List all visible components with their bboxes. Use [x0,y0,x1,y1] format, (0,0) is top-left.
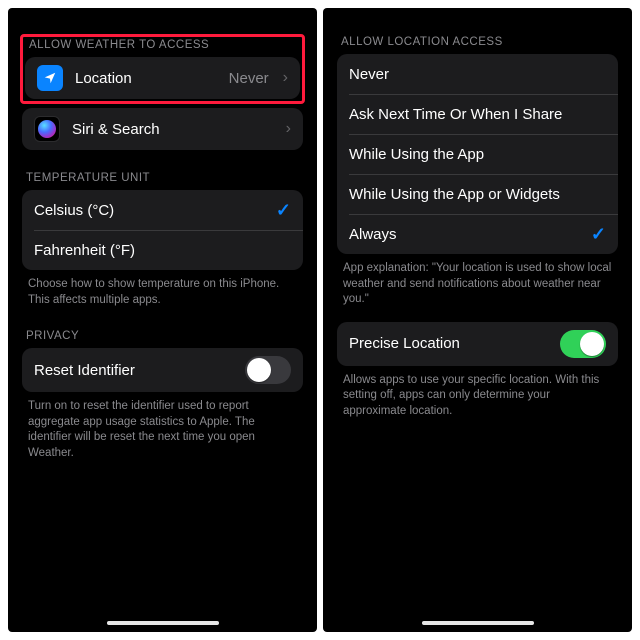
section-header-temperature: TEMPERATURE UNIT [22,172,303,190]
siri-icon [34,116,60,142]
checkmark-icon: ✓ [591,224,606,245]
option-while-using[interactable]: While Using the App [337,134,618,174]
option-never[interactable]: Never [337,54,618,94]
temp-option-fahrenheit[interactable]: Fahrenheit (°F) [22,230,303,270]
section-header-privacy: PRIVACY [22,330,303,348]
temp-option-celsius[interactable]: Celsius (°C) ✓ [22,190,303,230]
option-ask-next-time[interactable]: Ask Next Time Or When I Share [337,94,618,134]
section-header-access: ALLOW WEATHER TO ACCESS [25,39,300,57]
location-icon [37,65,63,91]
siri-label: Siri & Search [72,121,272,138]
highlight-location-row: ALLOW WEATHER TO ACCESS Location Never › [20,34,305,104]
siri-search-row[interactable]: Siri & Search › [22,108,303,150]
temperature-footer: Choose how to show temperature on this i… [22,270,303,308]
reset-identifier-row[interactable]: Reset Identifier [22,348,303,392]
location-access-group: Never Ask Next Time Or When I Share Whil… [337,54,618,254]
settings-weather-screen: ALLOW WEATHER TO ACCESS Location Never › [8,8,317,632]
location-detail: Never [229,70,269,87]
location-label: Location [75,70,217,87]
precise-location-row[interactable]: Precise Location [337,322,618,366]
location-row[interactable]: Location Never › [25,57,300,99]
location-access-screen: ALLOW LOCATION ACCESS Never Ask Next Tim… [323,8,632,632]
chevron-right-icon: › [286,120,291,138]
chevron-right-icon: › [283,69,288,87]
option-always[interactable]: Always ✓ [337,214,618,254]
section-header-location-access: ALLOW LOCATION ACCESS [337,36,618,54]
app-explanation: App explanation: "Your location is used … [337,254,618,308]
temperature-unit-group: Celsius (°C) ✓ Fahrenheit (°F) [22,190,303,270]
checkmark-icon: ✓ [276,200,291,221]
precise-location-footer: Allows apps to use your specific locatio… [337,366,618,420]
reset-identifier-toggle[interactable] [245,356,291,384]
home-indicator[interactable] [107,621,219,625]
home-indicator[interactable] [422,621,534,625]
option-while-using-widgets[interactable]: While Using the App or Widgets [337,174,618,214]
precise-location-toggle[interactable] [560,330,606,358]
reset-identifier-footer: Turn on to reset the identifier used to … [22,392,303,461]
